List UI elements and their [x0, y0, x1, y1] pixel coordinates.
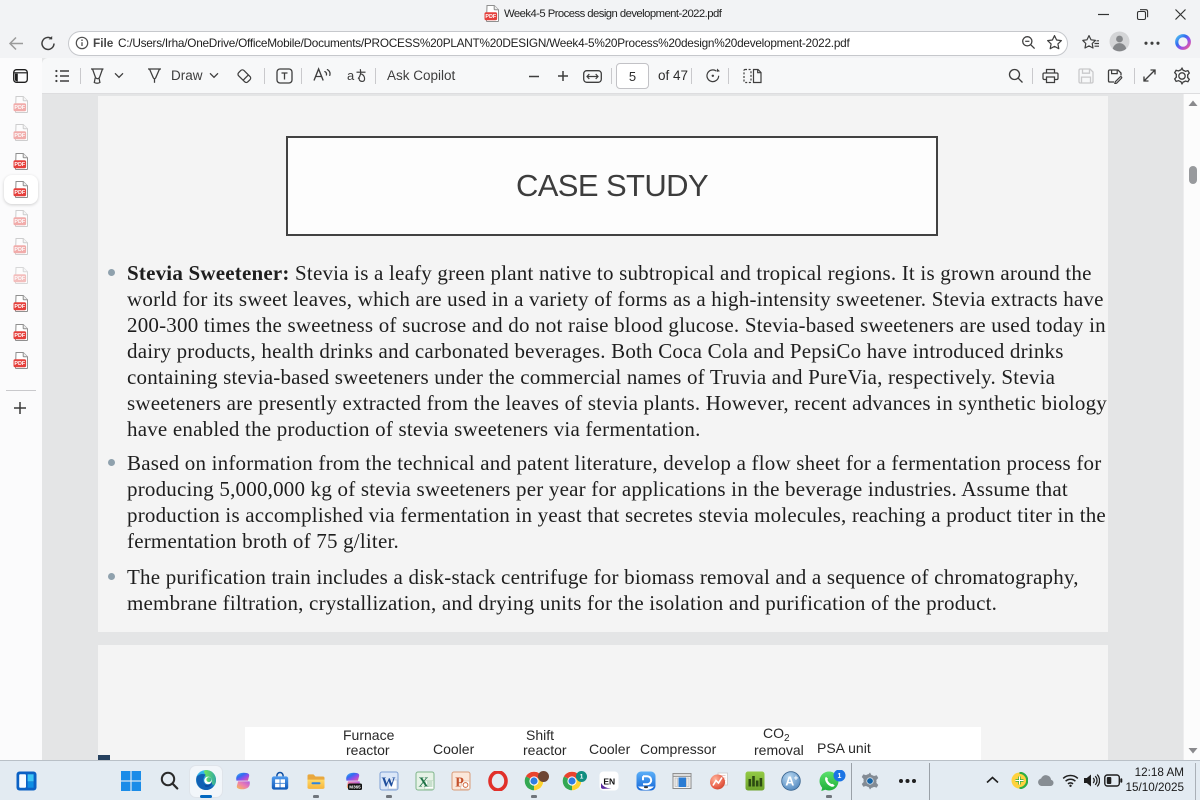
svg-text:W: W — [382, 776, 396, 791]
svg-text:a: a — [347, 68, 355, 83]
svg-text:1: 1 — [838, 773, 842, 780]
svg-text:X: X — [418, 776, 428, 791]
svg-text:1: 1 — [580, 774, 584, 781]
svg-text:M365: M365 — [349, 785, 361, 790]
svg-text:P: P — [455, 776, 464, 791]
svg-text:+: + — [794, 774, 799, 783]
svg-text:EN: EN — [603, 777, 615, 787]
